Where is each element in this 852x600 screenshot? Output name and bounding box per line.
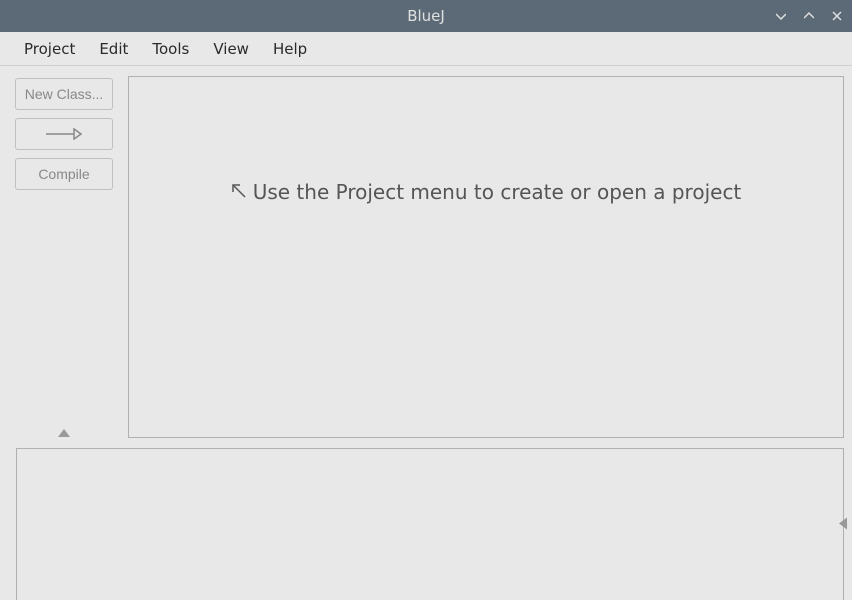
maximize-icon[interactable] [800,7,818,25]
sidebar-expand-icon[interactable] [58,427,70,440]
menu-view[interactable]: View [201,34,261,64]
menu-edit[interactable]: Edit [87,34,140,64]
menu-tools[interactable]: Tools [140,34,201,64]
arrow-upleft-icon [231,180,247,204]
window-title: BlueJ [407,7,445,25]
object-bench[interactable] [16,448,844,600]
close-icon[interactable] [828,7,846,25]
collapse-object-bench-icon[interactable] [839,517,847,532]
minimize-icon[interactable] [772,7,790,25]
new-class-button[interactable]: New Class... [15,78,113,110]
canvas-hint-text: Use the Project menu to create or open a… [253,180,742,204]
class-diagram-canvas[interactable]: Use the Project menu to create or open a… [128,76,844,438]
inheritance-arrow-button[interactable] [15,118,113,150]
window-controls [772,0,846,32]
compile-button[interactable]: Compile [15,158,113,190]
sidebar: New Class... Compile [0,66,128,448]
menubar: Project Edit Tools View Help [0,32,852,66]
menu-help[interactable]: Help [261,34,319,64]
canvas-hint: Use the Project menu to create or open a… [231,180,742,204]
menu-project[interactable]: Project [12,34,87,64]
main-area: New Class... Compile Use the Project men… [0,66,852,448]
titlebar: BlueJ [0,0,852,32]
